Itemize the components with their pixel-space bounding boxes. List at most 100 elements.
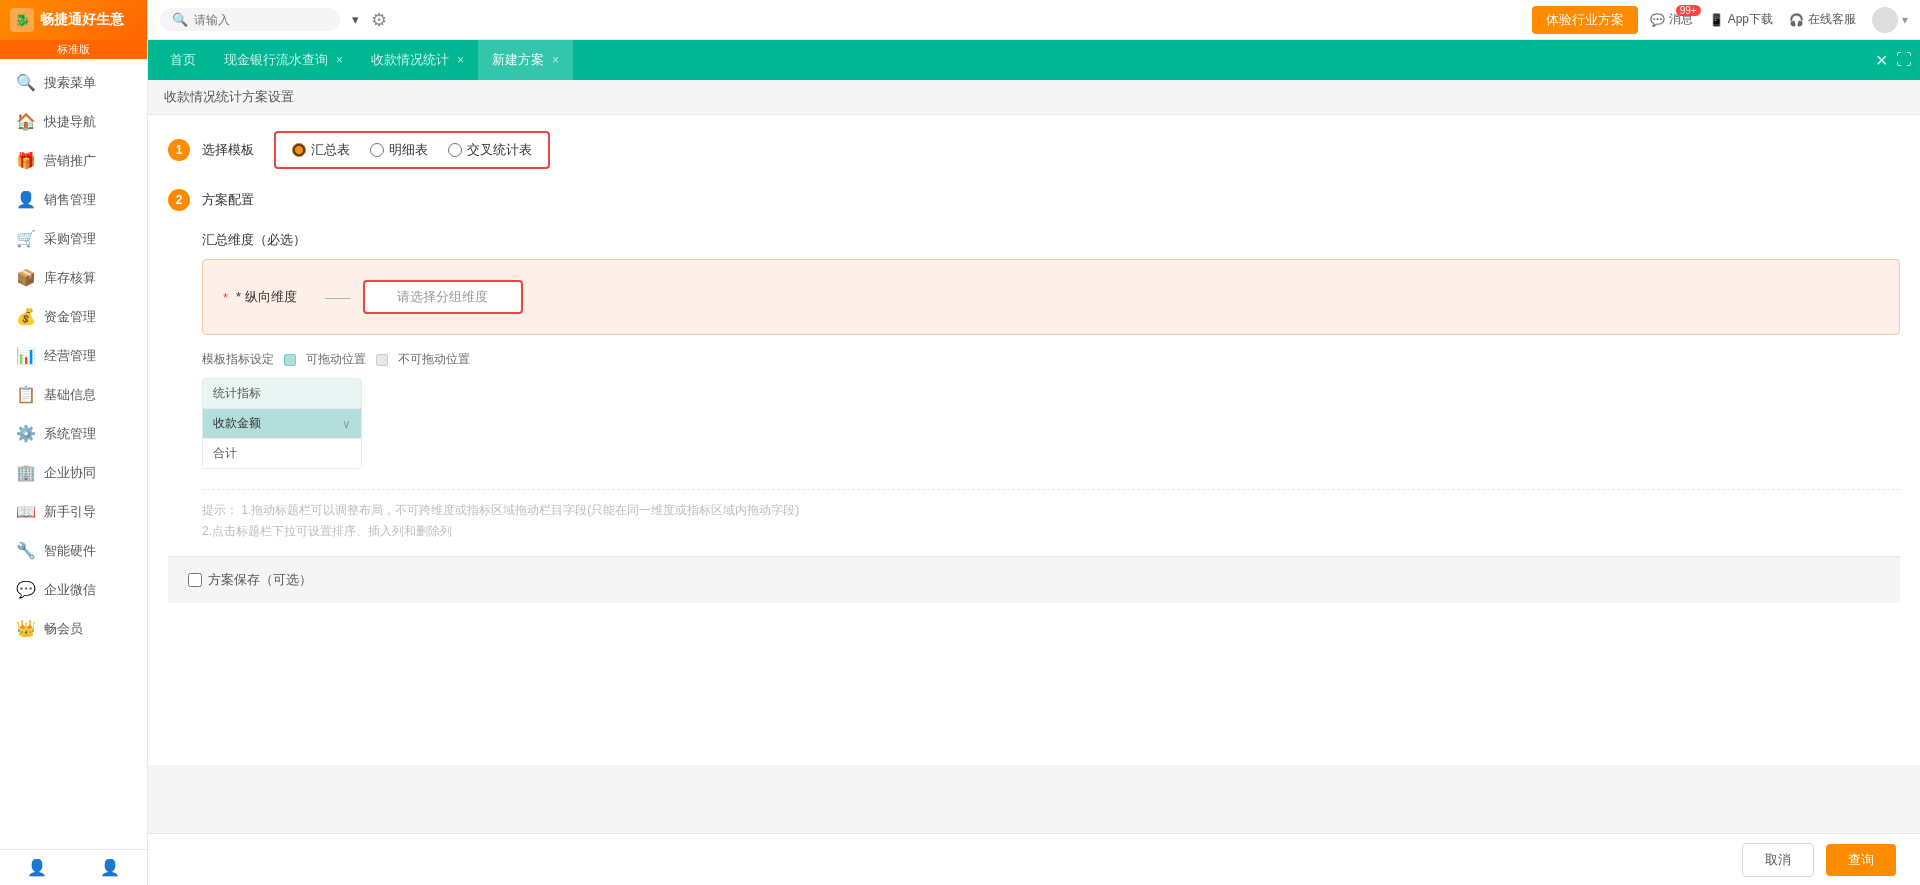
radio-cross-input[interactable] (448, 143, 462, 157)
sidebar-item-label: 库存核算 (44, 269, 96, 287)
download-icon: 📱 (1709, 13, 1724, 27)
download-button[interactable]: 📱 App下载 (1709, 11, 1773, 28)
cancel-button[interactable]: 取消 (1742, 843, 1814, 877)
search-menu-icon: 🔍 (16, 73, 36, 92)
radio-summary-label: 汇总表 (311, 141, 350, 159)
tabbar-actions: ✕ ⛶ (1875, 51, 1912, 70)
tab-cash-flow-label: 现金银行流水查询 (224, 51, 328, 69)
close-window-icon[interactable]: ✕ (1875, 51, 1888, 70)
radio-summary-input[interactable] (292, 143, 306, 157)
service-button[interactable]: 🎧 在线客服 (1789, 11, 1856, 28)
save-option-label: 方案保存（可选） (208, 571, 312, 589)
stats-item-collection[interactable]: 收款金额 ∨ (203, 409, 361, 439)
sidebar-item-label: 基础信息 (44, 386, 96, 404)
tab-home[interactable]: 首页 (156, 40, 210, 80)
sidebar-item-marketing[interactable]: 🎁 营销推广 (0, 141, 147, 180)
dimension-row-label: * 纵向维度 (236, 288, 297, 306)
sidebar-item-finance[interactable]: 💰 资金管理 (0, 297, 147, 336)
tab-collection-stats[interactable]: 收款情况统计 × (357, 40, 478, 80)
dimension-select[interactable]: 请选择分组维度 (363, 280, 523, 314)
message-button[interactable]: 💬 消息 99+ (1650, 11, 1693, 28)
radio-detail-input[interactable] (370, 143, 384, 157)
gift-icon: 🎁 (16, 151, 36, 170)
logo-text: 畅捷通好生意 (40, 11, 124, 29)
sidebar-item-label: 搜索菜单 (44, 74, 96, 92)
tab-home-label: 首页 (170, 51, 196, 69)
stats-header: 统计指标 (203, 379, 361, 409)
sidebar-item-vip[interactable]: 👑 畅会员 (0, 609, 147, 648)
query-button[interactable]: 查询 (1826, 844, 1896, 876)
indicator-settings: 模板指标设定 可拖动位置 不可拖动位置 统计指标 收款金额 ∨ (202, 351, 1900, 469)
crown-icon: 👑 (16, 619, 36, 638)
chevron-down-icon: ▾ (352, 12, 359, 27)
required-star: * (223, 290, 228, 305)
sidebar-item-enterprise[interactable]: 🏢 企业协同 (0, 453, 147, 492)
tabbar: 首页 现金银行流水查询 × 收款情况统计 × 新建方案 × ✕ ⛶ (148, 40, 1920, 80)
dimension-title-row: 汇总维度（必选） (202, 231, 1900, 249)
sidebar-item-smart-hardware[interactable]: 🔧 智能硬件 (0, 531, 147, 570)
radio-cross-label: 交叉统计表 (467, 141, 532, 159)
topbar-dropdown[interactable]: ▾ (352, 12, 359, 27)
form-section: 1 选择模板 汇总表 明细表 交叉统计表 (148, 115, 1920, 619)
sidebar-item-search-menu[interactable]: 🔍 搜索菜单 (0, 63, 147, 102)
sidebar-item-label: 企业微信 (44, 581, 96, 599)
avatar (1872, 7, 1898, 33)
box-icon: 📦 (16, 268, 36, 287)
stats-area: 统计指标 收款金额 ∨ 合计 (202, 378, 362, 469)
save-option: 方案保存（可选） (168, 556, 1900, 603)
doc-icon: 📋 (16, 385, 36, 404)
chart-icon: 📊 (16, 346, 36, 365)
radio-summary[interactable]: 汇总表 (292, 141, 350, 159)
radio-detail[interactable]: 明细表 (370, 141, 428, 159)
tab-cash-flow-close[interactable]: × (336, 53, 343, 67)
service-icon: 🎧 (1789, 13, 1804, 27)
sidebar-item-label: 快捷导航 (44, 113, 96, 131)
sidebar-item-guide[interactable]: 📖 新手引导 (0, 492, 147, 531)
stats-total: 合计 (203, 439, 361, 468)
sidebar-item-label: 销售管理 (44, 191, 96, 209)
tab-collection-stats-close[interactable]: × (457, 53, 464, 67)
radio-detail-label: 明细表 (389, 141, 428, 159)
topbar-gear-icon[interactable]: ⚙ (371, 9, 387, 31)
non-draggable-dot (376, 354, 388, 366)
non-draggable-label: 不可拖动位置 (398, 351, 470, 368)
sidebar-item-sales[interactable]: 👤 销售管理 (0, 180, 147, 219)
sidebar-item-wechat[interactable]: 💬 企业微信 (0, 570, 147, 609)
username: ▾ (1902, 13, 1908, 27)
sidebar: 🐉 畅捷通好生意 标准版 🔍 搜索菜单 🏠 快捷导航 🎁 营销推广 👤 销售管理… (0, 0, 148, 885)
maximize-icon[interactable]: ⛶ (1896, 51, 1912, 69)
logo-badge: 标准版 (0, 40, 147, 59)
sidebar-item-quick-nav[interactable]: 🏠 快捷导航 (0, 102, 147, 141)
hardware-icon: 🔧 (16, 541, 36, 560)
sidebar-item-inventory[interactable]: 📦 库存核算 (0, 258, 147, 297)
user-account[interactable]: ▾ (1872, 7, 1908, 33)
content-inner: 收款情况统计方案设置 1 选择模板 汇总表 明细表 (148, 80, 1920, 765)
sidebar-item-operations[interactable]: 📊 经营管理 (0, 336, 147, 375)
tab-new-plan-close[interactable]: × (552, 53, 559, 67)
trial-button[interactable]: 体验行业方案 (1532, 6, 1638, 34)
tab-new-plan[interactable]: 新建方案 × (478, 40, 573, 80)
tip1: 提示： 1.拖动标题栏可以调整布局，不可跨维度或指标区域拖动栏目字段(只能在同一… (202, 502, 1900, 519)
stats-item-label: 收款金额 (213, 415, 261, 432)
tab-cash-flow[interactable]: 现金银行流水查询 × (210, 40, 357, 80)
sidebar-item-label: 新手引导 (44, 503, 96, 521)
sidebar-bottom-user1[interactable]: 👤 (27, 858, 47, 877)
avatar-icon-1: 👤 (27, 858, 47, 877)
step1-number: 1 (168, 139, 190, 161)
content-area: 收款情况统计方案设置 1 选择模板 汇总表 明细表 (148, 80, 1920, 885)
search-input[interactable] (194, 13, 314, 27)
topbar-search-box[interactable]: 🔍 (160, 8, 340, 31)
search-icon: 🔍 (172, 12, 188, 27)
cart-icon: 🛒 (16, 229, 36, 248)
chevron-down-stats-icon[interactable]: ∨ (342, 417, 351, 431)
sidebar-item-system[interactable]: ⚙️ 系统管理 (0, 414, 147, 453)
dimension-block: * * 纵向维度 —— 请选择分组维度 (202, 259, 1900, 335)
sidebar-item-label: 畅会员 (44, 620, 83, 638)
radio-cross[interactable]: 交叉统计表 (448, 141, 532, 159)
sidebar-item-basic-info[interactable]: 📋 基础信息 (0, 375, 147, 414)
save-checkbox[interactable] (188, 573, 202, 587)
service-label: 在线客服 (1808, 11, 1856, 28)
sidebar-bottom-user2[interactable]: 👤 (100, 858, 120, 877)
sidebar-item-purchase[interactable]: 🛒 采购管理 (0, 219, 147, 258)
sidebar-item-label: 系统管理 (44, 425, 96, 443)
